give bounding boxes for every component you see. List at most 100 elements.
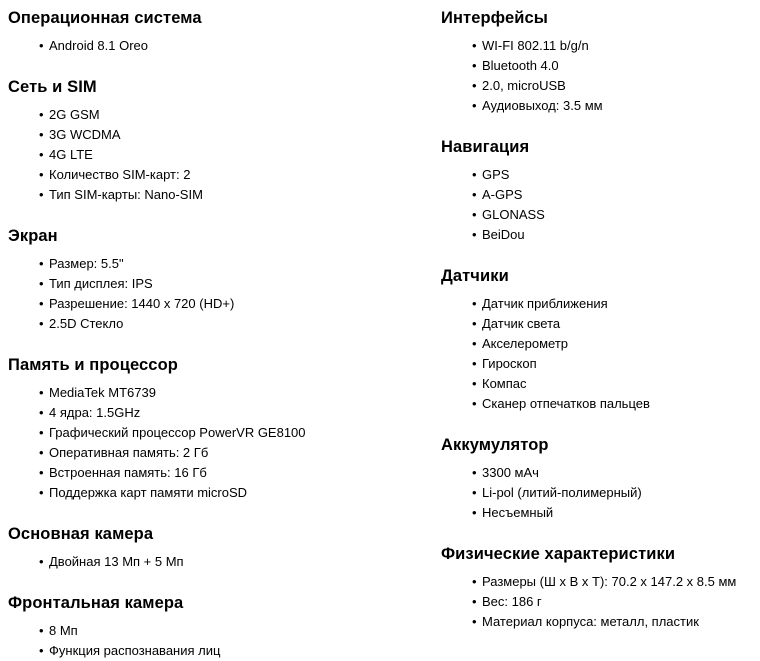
- spec-list-item: • Размеры (Ш x В x Т): 70.2 x 147.2 x 8.5…: [441, 572, 760, 592]
- bullet-icon: •: [472, 505, 477, 520]
- section-heading: Аккумулятор: [441, 436, 549, 454]
- bullet-icon: •: [472, 167, 477, 182]
- bullet-icon: •: [472, 207, 477, 222]
- spec-list-item: • Двойная 13 Мп + 5 Мп: [8, 552, 430, 572]
- spec-list-item: • WI-FI 802.11 b/g/n: [441, 36, 760, 56]
- bullet-icon: •: [472, 396, 477, 411]
- spec-list-item: • Встроенная память: 16 Гб: [8, 463, 430, 483]
- spec-list-item: • Разрешение: 1440 x 720 (HD+): [8, 294, 430, 314]
- specs-column-left: Операционная система • Android 8.1 Oreo Сет…: [0, 0, 430, 661]
- spec-list-item: • Графический процессор PowerVR GE8100: [8, 423, 430, 443]
- spec-item-text: Поддержка карт памяти microSD: [49, 485, 248, 500]
- bullet-icon: •: [472, 465, 477, 480]
- spec-list-item: • Оперативная память: 2 Гб: [8, 443, 430, 463]
- spec-item-text: Разрешение: 1440 x 720 (HD+): [49, 296, 235, 311]
- section-heading: Датчики: [441, 267, 509, 285]
- section-heading: Физические характеристики: [441, 545, 676, 563]
- bullet-icon: •: [472, 485, 477, 500]
- spec-section: Операционная система • Android 8.1 Oreo: [8, 9, 430, 56]
- spec-item-text: Двойная 13 Мп + 5 Мп: [49, 554, 184, 569]
- bullet-icon: •: [472, 574, 477, 589]
- bullet-icon: •: [39, 643, 44, 658]
- spec-item-text: A-GPS: [482, 187, 523, 202]
- spec-list-item: • Несъемный: [441, 503, 760, 523]
- specs-column-right: Интерфейсы • WI-FI 802.11 b/g/n • Bluetooth …: [430, 0, 760, 632]
- bullet-icon: •: [472, 58, 477, 73]
- spec-list: • Датчик приближения • Датчик света • Акселер…: [441, 294, 760, 414]
- spec-item-text: Сканер отпечатков пальцев: [482, 396, 650, 411]
- spec-list: • Размеры (Ш x В x Т): 70.2 x 147.2 x 8.5…: [441, 572, 760, 632]
- spec-list-item: • Поддержка карт памяти microSD: [8, 483, 430, 503]
- bullet-icon: •: [472, 38, 477, 53]
- spec-list: • Android 8.1 Oreo: [8, 36, 430, 56]
- spec-item-text: Количество SIM-карт: 2: [49, 167, 191, 182]
- spec-item-text: Встроенная память: 16 Гб: [49, 465, 207, 480]
- spec-item-text: Android 8.1 Oreo: [49, 38, 149, 53]
- spec-section: Фронтальная камера • 8 Мп • Функция распозна…: [8, 594, 430, 661]
- spec-list: • MediaTek MT6739 • 4 ядра: 1.5GHz • Графичес…: [8, 383, 430, 503]
- spec-list-item: • A-GPS: [441, 185, 760, 205]
- spec-list-item: • Компас: [441, 374, 760, 394]
- spec-list-item: • Аудиовыход: 3.5 мм: [441, 96, 760, 116]
- spec-section: Аккумулятор • 3300 мАч • Li-pol (литий-полим…: [441, 436, 760, 523]
- bullet-icon: •: [39, 38, 44, 53]
- bullet-icon: •: [39, 623, 44, 638]
- spec-list: • WI-FI 802.11 b/g/n • Bluetooth 4.0 • 2.0, m…: [441, 36, 760, 116]
- spec-item-text: Датчик света: [482, 316, 561, 331]
- spec-list-item: • Датчик приближения: [441, 294, 760, 314]
- spec-list: • Размер: 5.5" • Тип дисплея: IPS • Разрешени…: [8, 254, 430, 334]
- section-heading: Интерфейсы: [441, 9, 548, 27]
- spec-item-text: Li-pol (литий-полимерный): [482, 485, 642, 500]
- bullet-icon: •: [472, 187, 477, 202]
- bullet-icon: •: [472, 316, 477, 331]
- spec-item-text: Несъемный: [482, 505, 554, 520]
- spec-item-text: Аудиовыход: 3.5 мм: [482, 98, 603, 113]
- spec-list-item: • 3G WCDMA: [8, 125, 430, 145]
- spec-item-text: Функция распознавания лиц: [49, 643, 221, 658]
- spec-list-item: • 2.0, microUSB: [441, 76, 760, 96]
- spec-section: Сеть и SIM • 2G GSM • 3G WCDMA • 4G LTE • Количе…: [8, 78, 430, 205]
- bullet-icon: •: [472, 356, 477, 371]
- bullet-icon: •: [39, 127, 44, 142]
- spec-list-item: • Сканер отпечатков пальцев: [441, 394, 760, 414]
- bullet-icon: •: [472, 376, 477, 391]
- bullet-icon: •: [39, 485, 44, 500]
- spec-item-text: Тип SIM-карты: Nano-SIM: [49, 187, 203, 202]
- spec-item-text: Размеры (Ш x В x Т): 70.2 x 147.2 x 8.5 …: [482, 574, 737, 589]
- bullet-icon: •: [472, 227, 477, 242]
- spec-list-item: • Материал корпуса: металл, пластик: [441, 612, 760, 632]
- section-heading: Сеть и SIM: [8, 78, 97, 96]
- spec-list-item: • Li-pol (литий-полимерный): [441, 483, 760, 503]
- section-heading: Экран: [8, 227, 58, 245]
- spec-list-item: • MediaTek MT6739: [8, 383, 430, 403]
- spec-item-text: Датчик приближения: [482, 296, 608, 311]
- spec-item-text: 3G WCDMA: [49, 127, 121, 142]
- bullet-icon: •: [472, 336, 477, 351]
- spec-list-item: • 3300 мАч: [441, 463, 760, 483]
- spec-list-item: • Функция распознавания лиц: [8, 641, 430, 661]
- spec-section: Физические характеристики • Размеры (Ш x В…: [441, 545, 760, 632]
- spec-item-text: Гироскоп: [482, 356, 537, 371]
- bullet-icon: •: [39, 316, 44, 331]
- spec-item-text: Тип дисплея: IPS: [49, 276, 153, 291]
- spec-list-item: • 2G GSM: [8, 105, 430, 125]
- bullet-icon: •: [39, 147, 44, 162]
- bullet-icon: •: [39, 445, 44, 460]
- bullet-icon: •: [39, 167, 44, 182]
- specifications-sheet: Операционная система • Android 8.1 Oreo Сет…: [0, 0, 760, 658]
- spec-list-item: • 4 ядра: 1.5GHz: [8, 403, 430, 423]
- spec-item-text: WI-FI 802.11 b/g/n: [482, 38, 589, 53]
- spec-section: Интерфейсы • WI-FI 802.11 b/g/n • Bluetooth …: [441, 9, 760, 116]
- spec-list: • Двойная 13 Мп + 5 Мп: [8, 552, 430, 572]
- spec-item-text: Графический процессор PowerVR GE8100: [49, 425, 306, 440]
- bullet-icon: •: [472, 78, 477, 93]
- spec-list-item: • GLONASS: [441, 205, 760, 225]
- spec-item-text: GPS: [482, 167, 510, 182]
- spec-item-text: Вес: 186 г: [482, 594, 542, 609]
- bullet-icon: •: [39, 405, 44, 420]
- spec-list-item: • 4G LTE: [8, 145, 430, 165]
- section-heading: Навигация: [441, 138, 530, 156]
- bullet-icon: •: [472, 98, 477, 113]
- bullet-icon: •: [39, 187, 44, 202]
- spec-item-text: MediaTek MT6739: [49, 385, 156, 400]
